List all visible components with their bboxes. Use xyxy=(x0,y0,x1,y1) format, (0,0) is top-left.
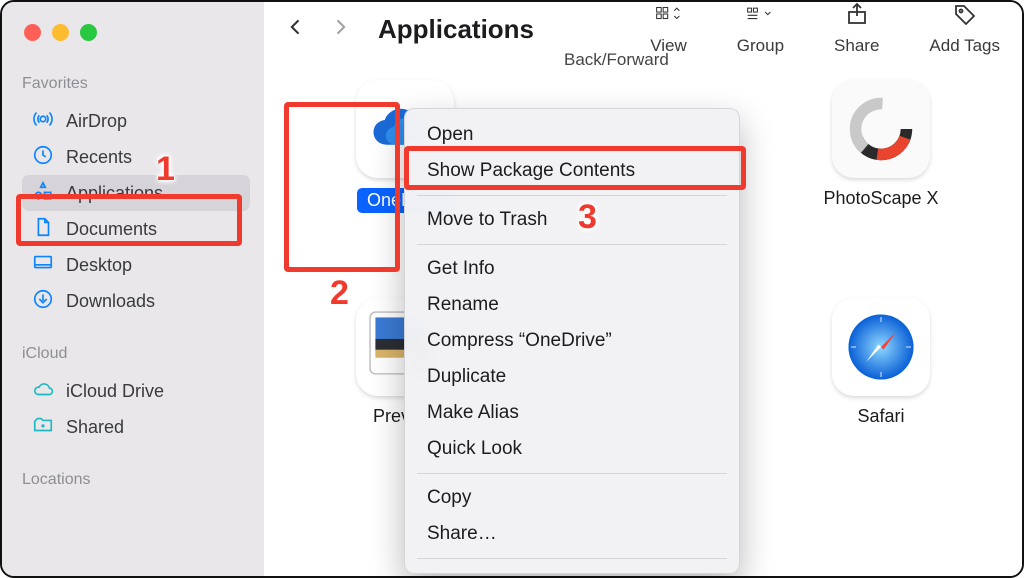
group-icon xyxy=(747,2,773,26)
window-title: Applications xyxy=(378,14,534,45)
app-label: PhotoScape X xyxy=(823,188,938,209)
sidebar-section-locations: Locations xyxy=(22,471,250,489)
sidebar-item-label: Documents xyxy=(66,219,157,240)
sidebar-section-icloud: iCloud xyxy=(22,345,250,363)
sidebar-item-desktop[interactable]: Desktop xyxy=(22,247,250,283)
sidebar-item-label: iCloud Drive xyxy=(66,381,164,402)
view-switcher[interactable]: View xyxy=(650,2,687,56)
sidebar-item-label: Downloads xyxy=(66,291,155,312)
sidebar-icloud-group: iCloud iCloud Drive Shared xyxy=(22,339,250,445)
ctx-show-package[interactable]: Show Package Contents xyxy=(405,153,739,189)
sidebar-section-favorites: Favorites xyxy=(22,75,250,93)
safari-icon xyxy=(832,298,930,396)
airdrop-icon xyxy=(32,108,54,135)
sidebar-favorites-group: Favorites AirDrop Recents Applications xyxy=(22,69,250,319)
share-button[interactable]: Share xyxy=(834,2,879,56)
close-icon[interactable] xyxy=(24,24,41,41)
shared-folder-icon xyxy=(32,414,54,441)
nav-back-forward[interactable] xyxy=(286,14,350,45)
app-photoscapex[interactable]: PhotoScape X xyxy=(811,80,951,209)
sidebar-item-label: AirDrop xyxy=(66,111,127,132)
sidebar-item-label: Desktop xyxy=(66,255,132,276)
clock-icon xyxy=(32,144,54,171)
sidebar-item-recents[interactable]: Recents xyxy=(22,139,250,175)
cloud-icon xyxy=(32,378,54,405)
ctx-move-to-trash[interactable]: Move to Trash xyxy=(405,202,739,238)
sidebar-item-downloads[interactable]: Downloads xyxy=(22,283,250,319)
toolbar: Applications View Group xyxy=(264,2,1022,56)
sidebar-item-applications[interactable]: Applications xyxy=(22,175,250,211)
share-icon xyxy=(844,2,870,26)
ctx-make-alias[interactable]: Make Alias xyxy=(405,395,739,431)
ctx-duplicate[interactable]: Duplicate xyxy=(405,359,739,395)
grid-icon xyxy=(656,2,682,26)
sidebar-item-documents[interactable]: Documents xyxy=(22,211,250,247)
tag-icon xyxy=(952,2,978,26)
context-menu: Open Show Package Contents Move to Trash… xyxy=(404,108,740,574)
sidebar-item-iclouddrive[interactable]: iCloud Drive xyxy=(22,373,250,409)
sidebar-item-label: Shared xyxy=(66,417,124,438)
applications-icon xyxy=(32,180,54,207)
photoscape-icon xyxy=(832,80,930,178)
ctx-open[interactable]: Open xyxy=(405,117,739,153)
window-controls xyxy=(24,24,250,41)
ctx-rename[interactable]: Rename xyxy=(405,287,739,323)
ctx-copy[interactable]: Copy xyxy=(405,480,739,516)
sidebar-item-label: Recents xyxy=(66,147,132,168)
document-icon xyxy=(32,216,54,243)
group-button[interactable]: Group xyxy=(737,2,784,56)
sidebar-item-shared[interactable]: Shared xyxy=(22,409,250,445)
tags-button[interactable]: Add Tags xyxy=(929,2,1000,56)
desktop-icon xyxy=(32,252,54,279)
sidebar: Favorites AirDrop Recents Applications xyxy=(2,2,264,576)
app-safari[interactable]: Safari xyxy=(811,298,951,427)
forward-icon[interactable] xyxy=(330,14,350,45)
ctx-get-info[interactable]: Get Info xyxy=(405,251,739,287)
back-icon[interactable] xyxy=(286,14,306,45)
ctx-compress[interactable]: Compress “OneDrive” xyxy=(405,323,739,359)
ctx-quick-look[interactable]: Quick Look xyxy=(405,431,739,467)
app-label: Safari xyxy=(857,406,904,427)
maximize-icon[interactable] xyxy=(80,24,97,41)
sidebar-item-label: Applications xyxy=(66,183,163,204)
sidebar-item-airdrop[interactable]: AirDrop xyxy=(22,103,250,139)
ctx-share[interactable]: Share… xyxy=(405,516,739,552)
sidebar-locations-group: Locations xyxy=(22,465,250,499)
downloads-icon xyxy=(32,288,54,315)
minimize-icon[interactable] xyxy=(52,24,69,41)
